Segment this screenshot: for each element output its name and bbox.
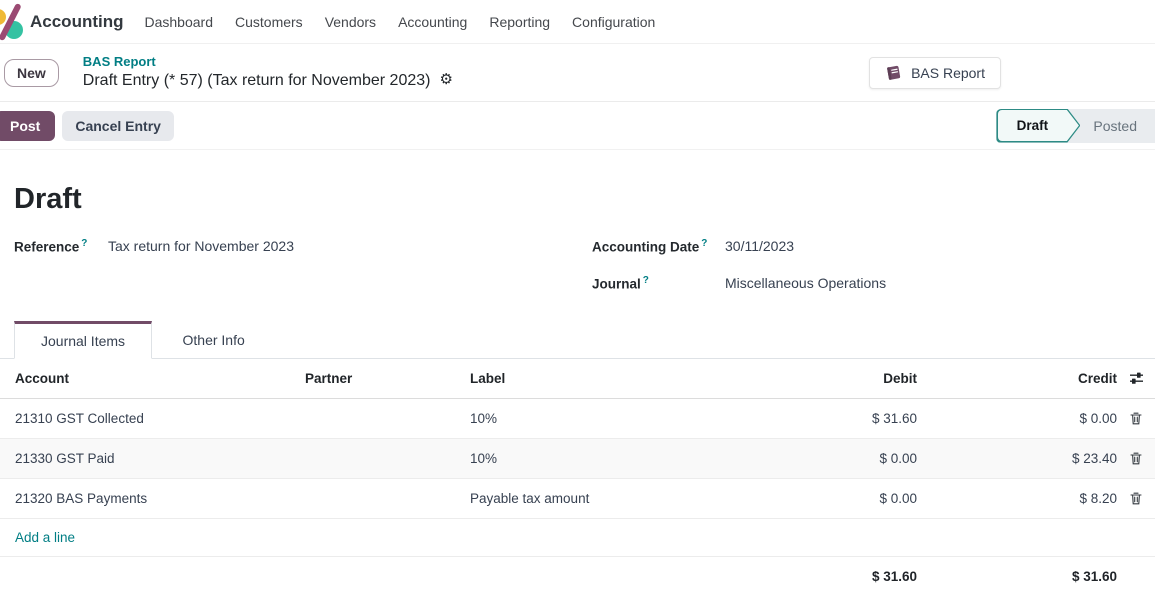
breadcrumb: BAS Report Draft Entry (* 57) (Tax retur… <box>83 54 453 90</box>
tab-journal-items[interactable]: Journal Items <box>14 321 152 359</box>
statusbar: Post Cancel Entry Draft Posted <box>0 102 1155 150</box>
column-header-partner[interactable]: Partner <box>290 371 455 386</box>
column-header-account[interactable]: Account <box>0 371 290 386</box>
add-line-row: Add a line <box>0 519 1155 557</box>
app-title[interactable]: Accounting <box>30 12 124 32</box>
accounting-date-field[interactable]: 30/11/2023 <box>725 238 794 254</box>
cell-account[interactable]: 21330 GST Paid <box>0 451 290 466</box>
optional-columns-sliders-icon[interactable] <box>1129 372 1144 385</box>
column-header-label[interactable]: Label <box>455 371 767 386</box>
table-totals-row: $ 31.60 $ 31.60 <box>0 557 1155 595</box>
nav-item-customers[interactable]: Customers <box>224 14 314 30</box>
total-debit: $ 31.60 <box>767 569 917 584</box>
table-header-row: Account Partner Label Debit Credit <box>0 359 1155 399</box>
breadcrumb-parent-link[interactable]: BAS Report <box>83 54 453 70</box>
new-button[interactable]: New <box>4 59 59 87</box>
state-draft-label: Draft <box>996 109 1080 143</box>
journal-items-table: Account Partner Label Debit Credit 21310… <box>0 359 1155 595</box>
total-credit: $ 31.60 <box>917 569 1117 584</box>
form-sheet: Draft Reference? Tax return for November… <box>0 183 1155 291</box>
cell-label[interactable]: 10% <box>455 411 767 426</box>
tab-other-info[interactable]: Other Info <box>157 320 271 358</box>
cancel-entry-button[interactable]: Cancel Entry <box>62 111 174 141</box>
help-icon: ? <box>701 238 707 249</box>
cell-debit[interactable]: $ 31.60 <box>767 411 917 426</box>
state-pipeline: Draft Posted <box>996 109 1155 143</box>
post-button[interactable]: Post <box>0 111 55 141</box>
cell-label[interactable]: 10% <box>455 451 767 466</box>
reference-field[interactable]: Tax return for November 2023 <box>108 238 294 254</box>
column-header-debit[interactable]: Debit <box>767 371 917 386</box>
trash-icon[interactable] <box>1130 452 1142 465</box>
cell-credit[interactable]: $ 8.20 <box>917 491 1117 506</box>
top-navbar: Accounting Dashboard Customers Vendors A… <box>0 0 1155 44</box>
cell-label[interactable]: Payable tax amount <box>455 491 767 506</box>
accounting-app-logo-icon[interactable] <box>0 4 27 40</box>
nav-item-accounting[interactable]: Accounting <box>387 14 478 30</box>
table-row[interactable]: 21330 GST Paid 10% $ 0.00 $ 23.40 <box>0 439 1155 479</box>
cell-debit[interactable]: $ 0.00 <box>767 491 917 506</box>
cell-account[interactable]: 21310 GST Collected <box>0 411 290 426</box>
nav-item-dashboard[interactable]: Dashboard <box>134 14 225 30</box>
cell-credit[interactable]: $ 23.40 <box>917 451 1117 466</box>
page-title: Draft <box>14 183 1141 216</box>
journal-label: Journal? <box>592 275 725 292</box>
state-draft[interactable]: Draft <box>996 109 1080 143</box>
record-title: Draft Entry (* 57) (Tax return for Novem… <box>83 71 431 91</box>
column-header-credit[interactable]: Credit <box>917 371 1117 386</box>
state-posted[interactable]: Posted <box>1080 118 1155 134</box>
journal-field[interactable]: Miscellaneous Operations <box>725 275 886 291</box>
breadcrumb-current-title: Draft Entry (* 57) (Tax return for Novem… <box>83 71 453 91</box>
notebook-tabs: Journal Items Other Info <box>0 320 1155 359</box>
table-row[interactable]: 21320 BAS Payments Payable tax amount $ … <box>0 479 1155 519</box>
table-row[interactable]: 21310 GST Collected 10% $ 31.60 $ 0.00 <box>0 399 1155 439</box>
bas-report-button-label: BAS Report <box>911 65 985 81</box>
gear-icon[interactable]: ⚙ <box>439 71 452 90</box>
cell-debit[interactable]: $ 0.00 <box>767 451 917 466</box>
nav-item-configuration[interactable]: Configuration <box>561 14 666 30</box>
cell-account[interactable]: 21320 BAS Payments <box>0 491 290 506</box>
cell-credit[interactable]: $ 0.00 <box>917 411 1117 426</box>
nav-item-vendors[interactable]: Vendors <box>314 14 387 30</box>
accounting-date-label: Accounting Date? <box>592 238 725 255</box>
control-panel: New BAS Report Draft Entry (* 57) (Tax r… <box>0 44 1155 102</box>
help-icon: ? <box>643 275 649 286</box>
trash-icon[interactable] <box>1130 492 1142 505</box>
help-icon: ? <box>81 238 87 249</box>
bas-report-button[interactable]: BAS Report <box>869 57 1001 89</box>
field-group: Reference? Tax return for November 2023 … <box>14 238 1141 291</box>
trash-icon[interactable] <box>1130 412 1142 425</box>
reference-label: Reference? <box>14 238 108 255</box>
book-icon <box>885 65 902 81</box>
nav-item-reporting[interactable]: Reporting <box>478 14 561 30</box>
add-a-line-link[interactable]: Add a line <box>0 530 75 545</box>
